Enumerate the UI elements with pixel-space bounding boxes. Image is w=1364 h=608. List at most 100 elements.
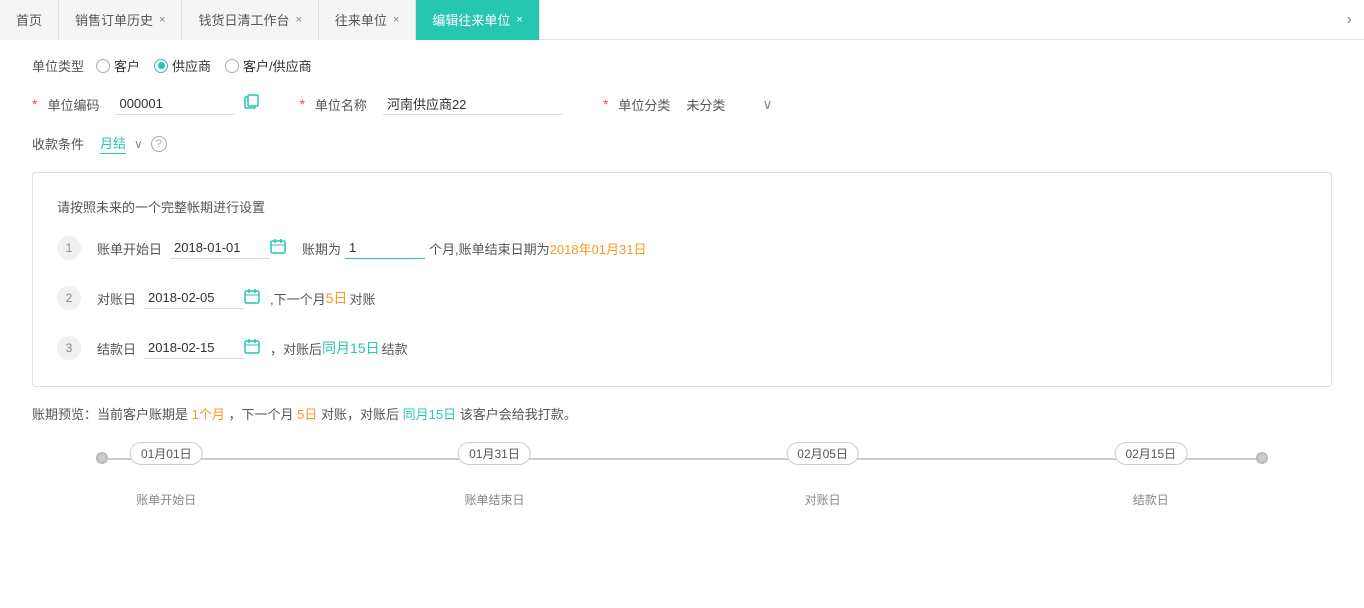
timeline-label-1: 账单开始日 — [136, 491, 196, 508]
timeline-line — [96, 458, 1268, 460]
unit-code-input[interactable] — [115, 93, 235, 115]
timeline-label-3: 对账日 — [805, 491, 841, 508]
step-3-date-input[interactable] — [144, 337, 244, 359]
tab-home-label: 首页 — [16, 10, 42, 29]
tab-cash-work-label: 钱货日清工作台 — [198, 10, 289, 29]
radio-supplier[interactable]: 供应商 — [154, 56, 211, 75]
step-2-calendar-icon[interactable] — [244, 288, 260, 308]
main-content: 单位类型 客户 供应商 客户/供应商 * 单位编码 — [0, 40, 1364, 608]
tab-edit-partner-label: 编辑往来单位 — [432, 10, 510, 29]
tab-sales-history[interactable]: 销售订单历史 × — [59, 0, 182, 40]
inner-box: 请按照未来的一个完整帐期进行设置 1 账单开始日 账期为 个月,账单结束日期为 … — [32, 172, 1332, 387]
step-1-period-label: 账期为 — [302, 239, 341, 258]
tab-edit-partner[interactable]: 编辑往来单位 × — [416, 0, 539, 40]
step-num-1: 1 — [57, 236, 81, 260]
payment-condition-label: 收款条件 — [32, 134, 84, 153]
step-3-note-suffix: 结款 — [382, 339, 408, 358]
unit-name-required: * — [299, 96, 304, 112]
radio-supplier-circle — [154, 59, 168, 73]
radio-customer[interactable]: 客户 — [96, 56, 140, 75]
unit-name-group: * 单位名称 — [299, 93, 562, 115]
close-cash-work-icon[interactable]: × — [295, 14, 301, 26]
tab-sales-history-label: 销售订单历史 — [75, 10, 153, 29]
close-sales-history-icon[interactable]: × — [159, 14, 165, 26]
timeline-badge-1: 01月01日 — [130, 442, 203, 465]
radio-both-label: 客户/供应商 — [243, 56, 312, 75]
tab-home[interactable]: 首页 — [0, 0, 59, 40]
radio-both[interactable]: 客户/供应商 — [225, 56, 312, 75]
preview-highlight-3: 同月15日 — [403, 407, 456, 422]
step-1-period-suffix: 个月,账单结束日期为 — [429, 239, 550, 258]
step-2-note-suffix: 对账 — [349, 289, 375, 308]
step-3-note-prefix: ，对账后 — [270, 339, 322, 358]
preview-section: 账期预览：当前客户账期是 1个月 ，下一个月 5日 对账，对账后 同月15日 该… — [32, 403, 1332, 426]
step-2-label: 对账日 — [97, 289, 136, 308]
step-3-note-highlight: 同月15日 — [322, 338, 380, 358]
radio-supplier-label: 供应商 — [172, 56, 211, 75]
payment-condition-value: 月结 — [100, 133, 126, 154]
timeline-node-4: 02月15日 结款日 — [1114, 442, 1187, 508]
preview-highlight-2: 5日 — [297, 407, 317, 422]
preview-mid2: 对账，对账后 — [321, 407, 399, 422]
timeline-badge-4: 02月15日 — [1114, 442, 1187, 465]
payment-dropdown-icon[interactable]: ∨ — [134, 137, 143, 151]
step-num-3: 3 — [57, 336, 81, 360]
unit-category-dropdown-icon[interactable]: ∨ — [762, 96, 772, 113]
timeline-section: 01月01日 账单开始日 01月31日 账单结束日 02月05日 对账日 02月… — [32, 426, 1332, 522]
step-3-label: 结款日 — [97, 339, 136, 358]
step-2-note-highlight: 5日 — [326, 288, 348, 308]
step-row-1: 1 账单开始日 账期为 个月,账单结束日期为 2018年01月31日 — [57, 236, 1307, 260]
tab-partner-unit-label: 往来单位 — [335, 10, 387, 29]
unit-type-row: 单位类型 客户 供应商 客户/供应商 — [32, 56, 1332, 75]
timeline-label-4: 结款日 — [1133, 491, 1169, 508]
unit-type-radio-group: 客户 供应商 客户/供应商 — [96, 56, 312, 75]
unit-code-copy-icon[interactable] — [243, 94, 259, 114]
preview-highlight-1: 1个月 — [192, 407, 225, 422]
unit-code-label: 单位编码 — [47, 95, 99, 114]
unit-category-required: * — [603, 96, 608, 112]
timeline-node-3: 02月05日 对账日 — [786, 442, 859, 508]
close-partner-unit-icon[interactable]: × — [393, 14, 399, 26]
timeline-right-dot — [1256, 452, 1268, 464]
preview-suffix: 该客户会给我打款。 — [460, 407, 577, 422]
unit-info-row: * 单位编码 * 单位名称 * 单位分类 未分类 ∨ — [32, 93, 1332, 115]
unit-code-group: * 单位编码 — [32, 93, 259, 115]
tabs-bar: 首页 销售订单历史 × 钱货日清工作台 × 往来单位 × 编辑往来单位 × › — [0, 0, 1364, 40]
close-edit-partner-icon[interactable]: × — [516, 14, 522, 26]
help-circle-icon[interactable]: ? — [151, 136, 167, 152]
step-1-period-input[interactable] — [345, 237, 425, 259]
radio-customer-circle — [96, 59, 110, 73]
unit-code-required: * — [32, 96, 37, 112]
timeline-wrapper: 01月01日 账单开始日 01月31日 账单结束日 02月05日 对账日 02月… — [96, 442, 1268, 522]
step-3-calendar-icon[interactable] — [244, 338, 260, 358]
tab-partner-unit[interactable]: 往来单位 × — [319, 0, 416, 40]
preview-mid1: ，下一个月 — [229, 407, 294, 422]
step-2-note-prefix: ,下一个月 — [270, 289, 326, 308]
step-num-2: 2 — [57, 286, 81, 310]
tabs-more-arrow[interactable]: › — [1335, 0, 1364, 40]
step-2-date-input[interactable] — [144, 287, 244, 309]
unit-type-label: 单位类型 — [32, 56, 84, 75]
radio-both-circle — [225, 59, 239, 73]
step-1-end-date: 2018年01月31日 — [550, 239, 647, 258]
radio-customer-label: 客户 — [114, 56, 140, 75]
unit-category-value: 未分类 — [686, 95, 746, 114]
inner-box-title: 请按照未来的一个完整帐期进行设置 — [57, 197, 1307, 216]
preview-prefix: 账期预览：当前客户账期是 — [32, 407, 188, 422]
unit-category-label: 单位分类 — [618, 95, 670, 114]
timeline-badge-2: 01月31日 — [458, 442, 531, 465]
step-row-2: 2 对账日 ,下一个月 5日 对账 — [57, 286, 1307, 310]
unit-name-input[interactable] — [383, 93, 563, 115]
unit-category-group: * 单位分类 未分类 ∨ — [603, 95, 773, 114]
payment-condition-row: 收款条件 月结 ∨ ? — [32, 133, 1332, 154]
step-row-3: 3 结款日 ，对账后 同月15日 结款 — [57, 336, 1307, 360]
timeline-label-2: 账单结束日 — [464, 491, 524, 508]
step-1-date-input[interactable] — [170, 237, 270, 259]
step-1-label: 账单开始日 — [97, 239, 162, 258]
step-1-calendar-icon[interactable] — [270, 238, 286, 258]
timeline-badge-3: 02月05日 — [786, 442, 859, 465]
timeline-node-2: 01月31日 账单结束日 — [458, 442, 531, 508]
timeline-node-1: 01月01日 账单开始日 — [130, 442, 203, 508]
timeline-left-dot — [96, 452, 108, 464]
tab-cash-work[interactable]: 钱货日清工作台 × — [182, 0, 318, 40]
